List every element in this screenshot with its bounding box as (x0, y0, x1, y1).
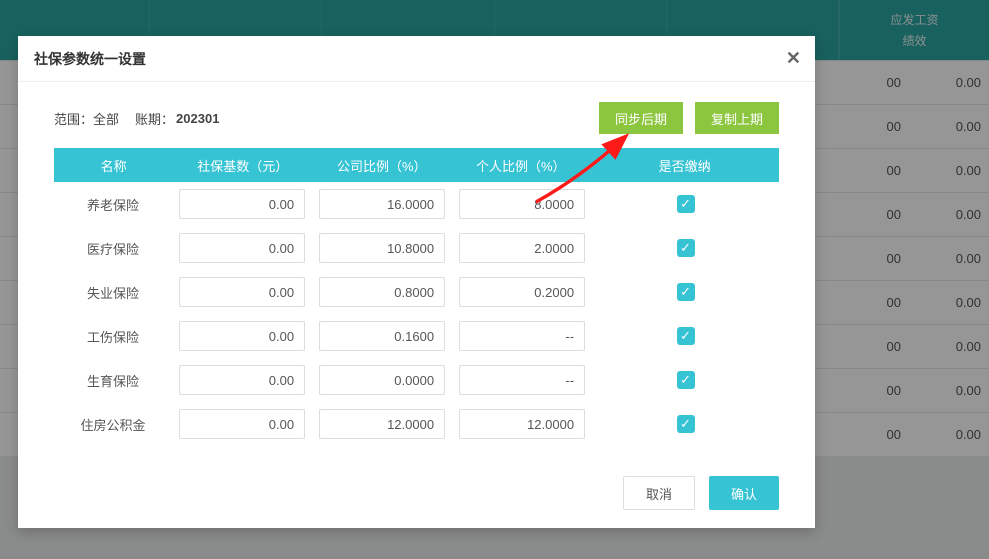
social-insurance-settings-modal: 社保参数统一设置 ✕ 范围：全部 账期： 202301 同步后期 复制上期 名称… (18, 36, 815, 528)
th-company: 公司比例（%） (312, 156, 451, 175)
row-name: 失业保险 (54, 283, 172, 302)
table-row: 养老保险 ✓ (54, 182, 779, 226)
company-input[interactable] (319, 365, 445, 395)
table-row: 工伤保险 ✓ (54, 314, 779, 358)
base-input[interactable] (179, 409, 305, 439)
row-name: 住房公积金 (54, 415, 172, 434)
row-name: 生育保险 (54, 371, 172, 390)
personal-input[interactable] (459, 277, 585, 307)
range-label: 范围：全部 (54, 109, 119, 128)
th-name: 名称 (54, 156, 173, 175)
period-label: 账期： (135, 109, 174, 128)
table-row: 住房公积金 ✓ (54, 402, 779, 446)
period-value: 202301 (176, 111, 219, 126)
pay-checkbox[interactable]: ✓ (677, 415, 695, 433)
company-input[interactable] (319, 277, 445, 307)
modal-meta-row: 范围：全部 账期： 202301 同步后期 复制上期 (18, 82, 815, 148)
table-row: 失业保险 ✓ (54, 270, 779, 314)
pay-checkbox[interactable]: ✓ (677, 327, 695, 345)
modal-header: 社保参数统一设置 ✕ (18, 36, 815, 82)
table-body: 养老保险 ✓ 医疗保险 ✓ 失业保险 ✓ 工伤保险 ✓ 生育保险 ✓ 住房公积金 ✓ (54, 182, 779, 446)
th-pay: 是否缴纳 (590, 156, 779, 175)
base-input[interactable] (179, 365, 305, 395)
cancel-button[interactable]: 取消 (623, 476, 695, 510)
base-input[interactable] (179, 189, 305, 219)
th-personal: 个人比例（%） (451, 156, 590, 175)
table-row: 医疗保险 ✓ (54, 226, 779, 270)
base-input[interactable] (179, 277, 305, 307)
sync-later-button[interactable]: 同步后期 (599, 102, 683, 134)
base-input[interactable] (179, 321, 305, 351)
modal-footer: 取消 确认 (623, 476, 779, 510)
pay-checkbox[interactable]: ✓ (677, 283, 695, 301)
personal-input[interactable] (459, 409, 585, 439)
company-input[interactable] (319, 189, 445, 219)
table-header-row: 名称 社保基数（元） 公司比例（%） 个人比例（%） 是否缴纳 (54, 148, 779, 182)
pay-checkbox[interactable]: ✓ (677, 195, 695, 213)
company-input[interactable] (319, 409, 445, 439)
pay-checkbox[interactable]: ✓ (677, 371, 695, 389)
pay-checkbox[interactable]: ✓ (677, 239, 695, 257)
company-input[interactable] (319, 233, 445, 263)
copy-previous-button[interactable]: 复制上期 (695, 102, 779, 134)
personal-input[interactable] (459, 321, 585, 351)
company-input[interactable] (319, 321, 445, 351)
base-input[interactable] (179, 233, 305, 263)
close-icon[interactable]: ✕ (786, 48, 801, 69)
row-name: 养老保险 (54, 195, 172, 214)
row-name: 工伤保险 (54, 327, 172, 346)
confirm-button[interactable]: 确认 (709, 476, 779, 510)
personal-input[interactable] (459, 233, 585, 263)
table-row: 生育保险 ✓ (54, 358, 779, 402)
row-name: 医疗保险 (54, 239, 172, 258)
modal-title: 社保参数统一设置 (34, 49, 146, 69)
personal-input[interactable] (459, 189, 585, 219)
th-base: 社保基数（元） (173, 156, 312, 175)
personal-input[interactable] (459, 365, 585, 395)
